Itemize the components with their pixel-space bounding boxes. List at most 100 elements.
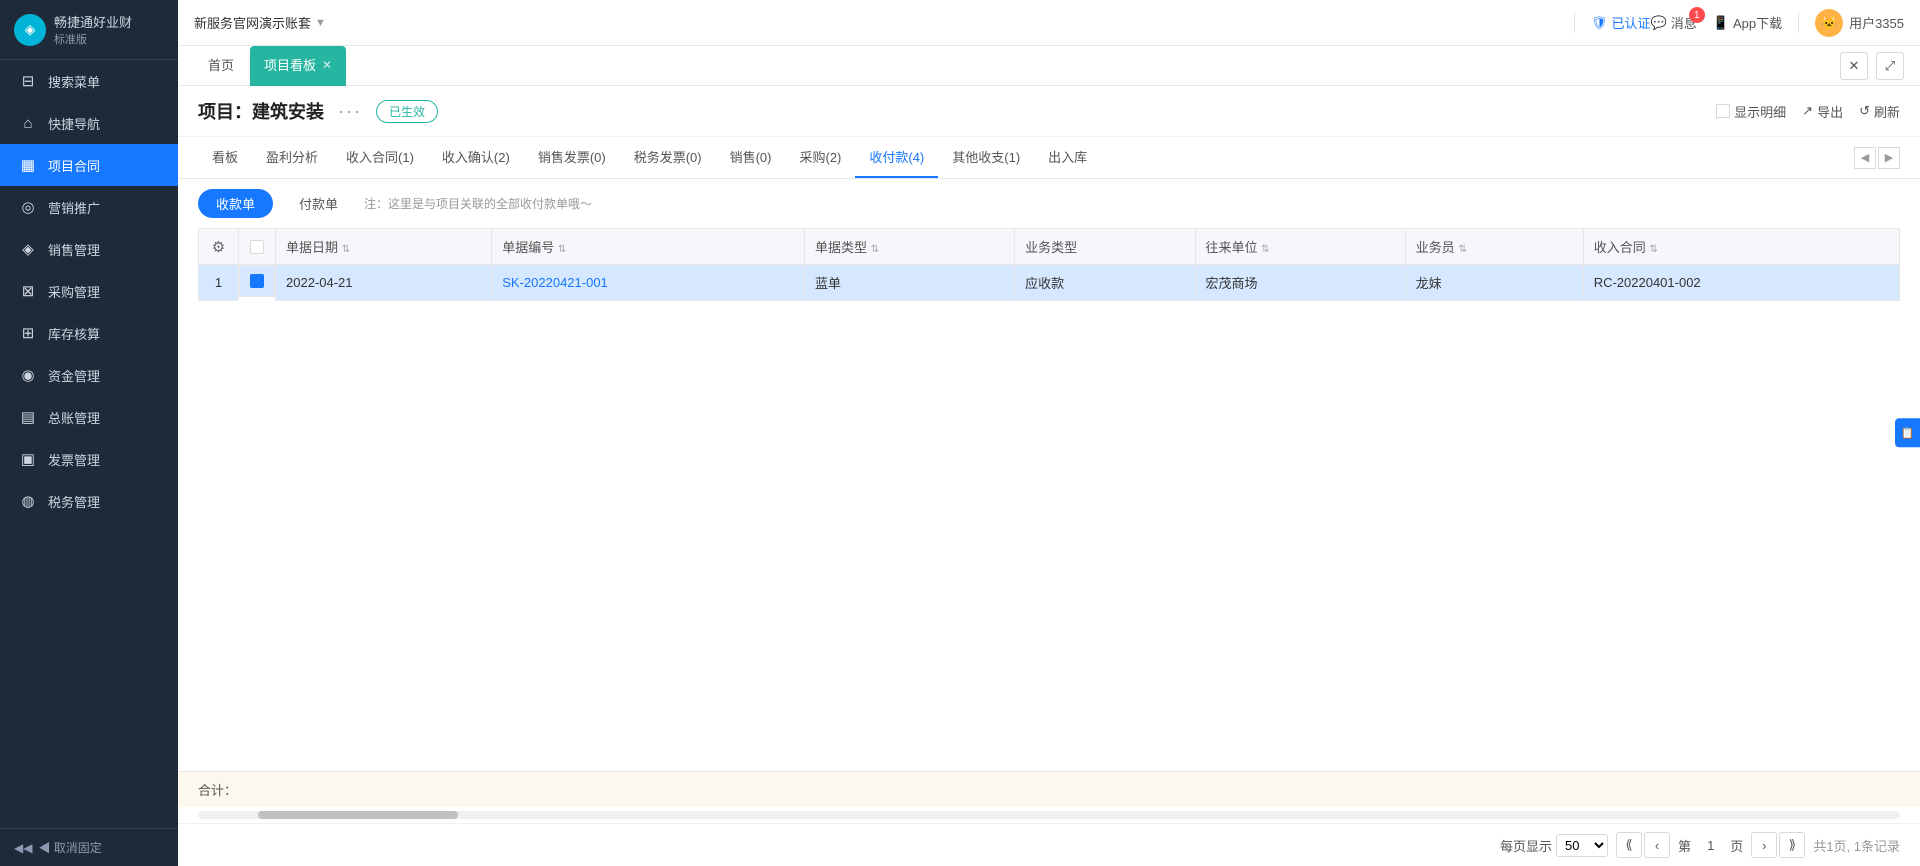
sidebar-item-tax[interactable]: ◍税务管理 bbox=[0, 480, 178, 522]
sort-contract-icon[interactable]: ⇅ bbox=[1649, 244, 1657, 255]
row-checkbox[interactable] bbox=[239, 265, 275, 297]
subtab-inout[interactable]: 出入库 bbox=[1034, 137, 1101, 178]
th-partner-label: 往来单位 bbox=[1206, 240, 1258, 255]
expand-window-button[interactable]: ⤢ bbox=[1876, 52, 1904, 80]
row-number[interactable]: SK-20220421-001 bbox=[492, 265, 805, 301]
sidebar-label-finance: 资金管理 bbox=[48, 366, 100, 385]
sort-type-icon[interactable]: ⇅ bbox=[871, 244, 879, 255]
page-size-dropdown[interactable]: 50 100 200 bbox=[1556, 834, 1608, 857]
subtab-sales[interactable]: 销售(0) bbox=[716, 137, 786, 178]
sidebar-logo-text: 畅捷通好业财 标准版 bbox=[54, 12, 132, 47]
sidebar-scroll: ⊟搜索菜单⌂快捷导航▦项目合同◎营销推广◈销售管理⊠采购管理⊞库存核算 ◉ 资金管理… bbox=[0, 60, 178, 828]
scrollbar-track[interactable] bbox=[198, 811, 1900, 819]
sidebar-item-invoice[interactable]: ▣发票管理 bbox=[0, 438, 178, 480]
sidebar-item-purchase[interactable]: ⊠采购管理 bbox=[0, 270, 178, 312]
subtab-kanban[interactable]: 看板 bbox=[198, 137, 252, 178]
th-date-label: 单据日期 bbox=[286, 240, 338, 255]
sidebar-item-quicknav[interactable]: ⌂快捷导航 bbox=[0, 102, 178, 144]
sort-salesperson-icon[interactable]: ⇅ bbox=[1458, 244, 1466, 255]
show-detail-checkbox[interactable]: 显示明细 bbox=[1716, 102, 1786, 121]
sidebar-item-inventory[interactable]: ⊞库存核算 bbox=[0, 312, 178, 354]
sidebar-icon-finance: ◉ bbox=[18, 365, 38, 385]
select-all-checkbox[interactable] bbox=[250, 240, 264, 254]
right-float-button[interactable]: 📋 bbox=[1895, 418, 1920, 447]
column-settings-button[interactable]: ⚙ bbox=[212, 238, 225, 256]
data-table: ⚙ 单据日期 ⇅ 单据编号 bbox=[198, 228, 1900, 301]
sidebar-item-project[interactable]: ▦项目合同 bbox=[0, 144, 178, 186]
project-title: 项目：建筑安装 bbox=[198, 98, 324, 124]
sidebar-label-ledger: 总账管理 bbox=[48, 408, 100, 427]
project-status-badge: 已生效 bbox=[376, 100, 438, 123]
subtab-revenue-confirm[interactable]: 收入确认(2) bbox=[428, 137, 524, 178]
app-name: 畅捷通好业财 bbox=[54, 12, 132, 31]
th-salesperson-label: 业务员 bbox=[1416, 240, 1455, 255]
sort-date-icon[interactable]: ⇅ bbox=[342, 244, 350, 255]
th-biz-type: 业务类型 bbox=[1015, 229, 1195, 265]
scrollbar-thumb[interactable] bbox=[258, 811, 458, 819]
sidebar-item-marketing[interactable]: ◎营销推广 bbox=[0, 186, 178, 228]
topbar-project[interactable]: 新服务官网演示账套 ▼ bbox=[194, 13, 1558, 32]
subtab-receipt[interactable]: 收付款(4) bbox=[855, 137, 938, 178]
refresh-button[interactable]: ↺ 刷新 bbox=[1859, 102, 1900, 121]
subtab-other-income[interactable]: 其他收支(1) bbox=[938, 137, 1034, 178]
table-scrollbar bbox=[178, 807, 1920, 823]
sidebar-cancel-pin[interactable]: ◀◀ ◀ 取消固定 bbox=[0, 828, 178, 866]
shield-icon: 🛡 bbox=[1591, 15, 1608, 31]
first-page-button[interactable]: ⟪ bbox=[1616, 832, 1642, 858]
sidebar-item-ledger[interactable]: ▤总账管理 bbox=[0, 396, 178, 438]
table-container[interactable]: ⚙ 单据日期 ⇅ 单据编号 bbox=[178, 228, 1920, 771]
row-date: 2022-04-21 bbox=[276, 265, 492, 301]
subtab-revenue-contract[interactable]: 收入合同(1) bbox=[332, 137, 428, 178]
app-download-button[interactable]: 📱 App下载 bbox=[1713, 13, 1782, 32]
messages-button[interactable]: 💬 消息 1 bbox=[1651, 13, 1697, 32]
last-page-button[interactable]: ⟫ bbox=[1779, 832, 1805, 858]
row-biz-type: 应收款 bbox=[1015, 265, 1195, 301]
checkbox-icon bbox=[1716, 104, 1730, 118]
project-more-button[interactable]: ··· bbox=[338, 101, 362, 122]
subtab-profit[interactable]: 盈利分析 bbox=[252, 137, 332, 178]
sidebar-item-search[interactable]: ⊟搜索菜单 bbox=[0, 60, 178, 102]
th-type-label: 单据类型 bbox=[815, 240, 867, 255]
app-download-label: App下载 bbox=[1733, 13, 1782, 32]
table-row[interactable]: 1 2022-04-21 SK-20220421-001 蓝单 应收款 宏茂商场… bbox=[199, 265, 1900, 301]
project-header: 项目：建筑安装 ··· 已生效 显示明细 ↗ 导出 ↺ 刷新 bbox=[178, 86, 1920, 137]
certified-badge: 🛡 已认证 bbox=[1591, 13, 1651, 32]
user-avatar: 🐱 bbox=[1815, 9, 1843, 37]
sidebar-label-project: 项目合同 bbox=[48, 156, 100, 175]
th-salesperson: 业务员 ⇅ bbox=[1405, 229, 1583, 265]
sidebar-label-inventory: 库存核算 bbox=[48, 324, 100, 343]
prev-page-button[interactable]: ‹ bbox=[1644, 832, 1670, 858]
sort-partner-icon[interactable]: ⇅ bbox=[1261, 244, 1269, 255]
sidebar-item-finance[interactable]: ◉ 资金管理 bbox=[0, 354, 178, 396]
user-label: 用户3355 bbox=[1849, 13, 1904, 32]
close-window-button[interactable]: ✕ bbox=[1840, 52, 1868, 80]
sidebar-label-marketing: 营销推广 bbox=[48, 198, 100, 217]
innertab-note: 注：这里是与项目关联的全部收付款单哦～ bbox=[364, 195, 592, 212]
topbar-right: 💬 消息 1 📱 App下载 🐱 用户3355 bbox=[1651, 9, 1904, 37]
th-contract-label: 收入合同 bbox=[1594, 240, 1646, 255]
sidebar-item-sales[interactable]: ◈销售管理 bbox=[0, 228, 178, 270]
innertab-payment[interactable]: 付款单 bbox=[281, 189, 356, 218]
message-icon: 💬 bbox=[1651, 15, 1667, 31]
subtab-next-button[interactable]: ▶ bbox=[1878, 147, 1900, 169]
subtab-purchase[interactable]: 采购(2) bbox=[785, 137, 855, 178]
export-button[interactable]: ↗ 导出 bbox=[1802, 102, 1843, 121]
tab-home[interactable]: 首页 bbox=[194, 46, 248, 86]
subtab-prev-button[interactable]: ◀ bbox=[1854, 147, 1876, 169]
subtab-tax-invoice[interactable]: 税务发票(0) bbox=[620, 137, 716, 178]
user-avatar-button[interactable]: 🐱 用户3355 bbox=[1815, 9, 1904, 37]
row-number-link[interactable]: SK-20220421-001 bbox=[502, 275, 608, 290]
th-contract: 收入合同 ⇅ bbox=[1583, 229, 1899, 265]
chevron-down-icon: ▼ bbox=[315, 17, 326, 29]
th-partner: 往来单位 ⇅ bbox=[1195, 229, 1405, 265]
next-page-button[interactable]: › bbox=[1751, 832, 1777, 858]
current-page: 1 bbox=[1699, 838, 1722, 853]
innertab-receipt[interactable]: 收款单 bbox=[198, 189, 273, 218]
tab-close-project-board[interactable]: ✕ bbox=[322, 58, 332, 72]
tab-project-board[interactable]: 项目看板✕ bbox=[250, 46, 346, 86]
subtab-sales-invoice[interactable]: 销售发票(0) bbox=[524, 137, 620, 178]
sidebar-label-sales: 销售管理 bbox=[48, 240, 100, 259]
row-salesperson: 龙妹 bbox=[1405, 265, 1583, 301]
pagination: 每页显示 50 100 200 ⟪ ‹ 第 1 页 › ⟫ 共1页, 1条记录 bbox=[178, 823, 1920, 866]
sort-number-icon[interactable]: ⇅ bbox=[558, 244, 566, 255]
